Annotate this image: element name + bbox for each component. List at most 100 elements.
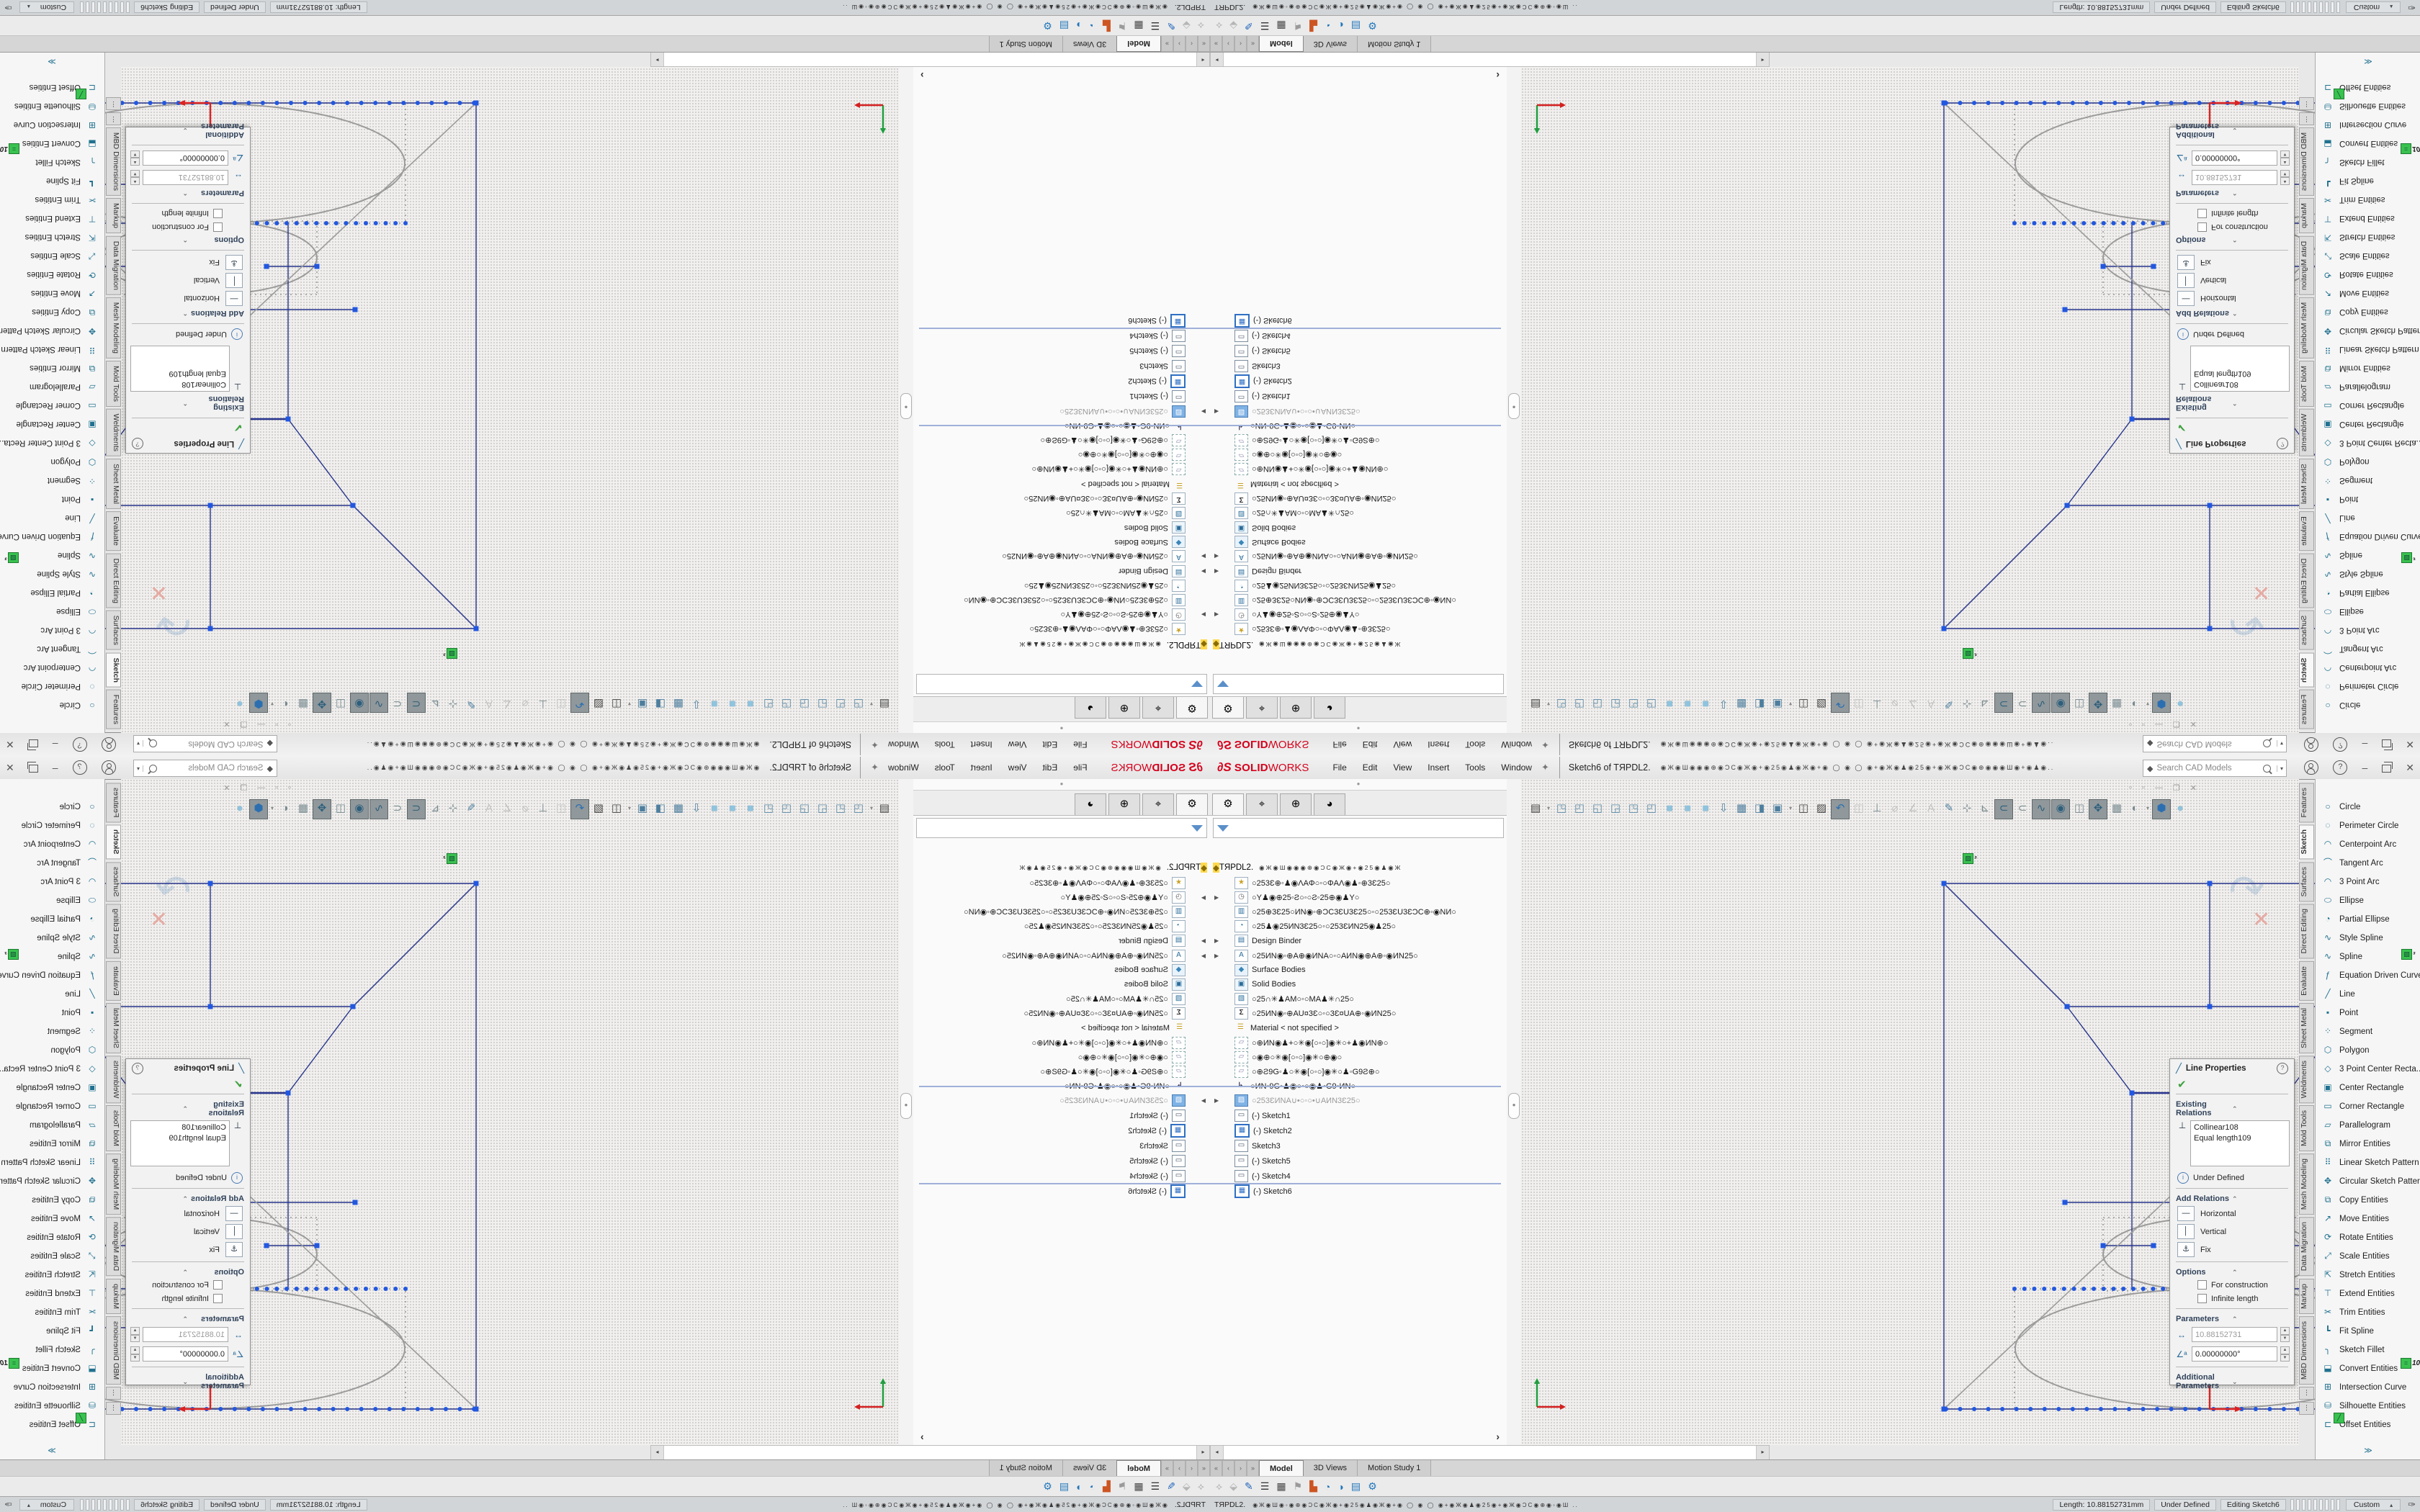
sketch-tool-item[interactable]: ↗ Move Entities (0, 1210, 104, 1228)
sketch-tool-item[interactable]: ▣ Center Rectangle (0, 1079, 104, 1097)
tree-root-row[interactable]: ◆ TЯPDL2. ◉Ж◉Ш◉◉◉⊕◉ƆC◉Ж◉+◉25◉♟◉Ж (916, 636, 1207, 652)
annotation-pen-icon[interactable]: ✑ (2408, 1499, 2416, 1511)
motion-toolbar-icon[interactable]: ⚑ (1294, 1480, 1303, 1493)
expand-caret-icon[interactable]: ⌄ (132, 1378, 188, 1386)
checkbox[interactable] (2197, 222, 2207, 232)
scroll-right-button[interactable]: ▸ (651, 1446, 664, 1460)
tree-filter[interactable] (1213, 674, 1504, 694)
tree-row[interactable]: ▱ ○⊕ИN◉♟+○✳◉[○◦○]◉✳○+♟◉ИN⊕○ (1213, 1035, 1504, 1050)
sketch-tool-item[interactable]: ◔ Partial Ellipse (0, 910, 104, 929)
panel-flyout-chevron[interactable]: › (920, 1431, 924, 1442)
media-button[interactable]: « (1198, 1460, 1210, 1477)
tree-row[interactable]: ▶ ▨ ○253ƐИNA∪•○◦○•∪AИN3Ɛ25○ (1213, 404, 1504, 418)
add-relation-row[interactable]: — Horizontal (2170, 1205, 2294, 1223)
command-tab[interactable]: Evaluate (2299, 961, 2314, 1001)
sketch-tool-item[interactable]: ⊞ Intersection Curve (0, 115, 104, 134)
toolbar-icon[interactable]: A (480, 799, 498, 818)
sketch-tool-item[interactable]: ⧉ Copy Entities (0, 302, 104, 321)
restore-button[interactable] (2382, 739, 2391, 747)
search-box[interactable]: ◆ Search CAD Models ▾ (2143, 760, 2287, 777)
toolbar-icon[interactable]: ▦ (2108, 799, 2125, 818)
motion-toolbar-icon[interactable]: ☰ (1151, 19, 1160, 32)
toolbar-icon[interactable]: A (480, 694, 498, 713)
sketch-tool-item[interactable]: ┗ Fit Spline (0, 171, 104, 190)
command-tab[interactable]: ⋮ (106, 97, 121, 110)
sketch-tool-item[interactable]: ╮ Sketch Fillet (2316, 1341, 2420, 1359)
search-input[interactable]: Search CAD Models (157, 764, 264, 773)
search-box[interactable]: ◆ Search CAD Models ▾ (133, 735, 277, 752)
expand-arrow-icon[interactable]: ▶ (1214, 894, 1223, 901)
sketch-tool-item[interactable]: ⛁ Silhouette Entities (0, 1397, 104, 1416)
spinner-control[interactable]: ▲▼ (2280, 1346, 2290, 1362)
command-tab[interactable]: Sheet Metal (106, 1003, 121, 1053)
menu-item[interactable]: Window (1493, 762, 1540, 773)
feature-manager-tab[interactable]: ⌖ (1142, 697, 1174, 719)
command-tab[interactable]: Sketch (106, 652, 121, 687)
sketch-tool-item[interactable]: ▭ Corner Rectangle (2316, 396, 2420, 415)
tree-horizontal-scrollbar[interactable]: ◂ ▸ (650, 1445, 1210, 1461)
toolbar-icon[interactable]: ∠ (1904, 799, 1922, 818)
sketch-tool-item[interactable]: ▣ Center Rectangle (2316, 415, 2420, 433)
toolbar-icon[interactable]: ◲ (796, 694, 813, 713)
sketch-tool-item[interactable]: ⤢ Scale Entities (0, 1247, 104, 1266)
sketch-tool-item[interactable]: ⬭ Ellipse (0, 602, 104, 621)
doc-window-button[interactable]: ❐ (240, 719, 247, 729)
command-tab[interactable]: Mold Tools (106, 361, 121, 407)
sketch-tool-item[interactable]: ◠ 3 Point Arc (2316, 621, 2420, 639)
sketch-tool-item[interactable]: ⧉ Mirror Entities (0, 1135, 104, 1153)
sketch-tool-item[interactable]: ⬡ Polygon (2316, 452, 2420, 471)
motion-toolbar-icon[interactable]: ▦ (1134, 19, 1143, 32)
collapse-caret-icon[interactable]: ⌃ (132, 1105, 188, 1113)
expand-arrow-icon[interactable]: ▶ (1197, 553, 1206, 559)
doc-window-button[interactable]: ▫ (2129, 783, 2132, 793)
expand-arrow-icon[interactable]: ▶ (1197, 568, 1206, 575)
sketch-tool-item[interactable]: ⊏ Offset Entities (0, 78, 104, 96)
toolbar-icon[interactable]: ▤ (876, 694, 893, 713)
sketch-tool-item[interactable]: ▪ Point (0, 1004, 104, 1022)
sketch-tool-item[interactable]: ╱ Line (0, 508, 104, 527)
pin-icon[interactable]: ✦ (1541, 762, 1549, 773)
sketch-tool-item[interactable]: ⟳ Rotate Entities (2316, 265, 2420, 284)
sketch-tool-item[interactable]: ⟳ Rotate Entities (0, 265, 104, 284)
doc-window-button[interactable]: ✕ (2190, 719, 2197, 729)
sketch-tool-item[interactable]: ○ Circle (2316, 696, 2420, 714)
search-input[interactable]: Search CAD Models (2156, 764, 2263, 773)
expand-arrow-icon[interactable]: ▶ (1214, 611, 1223, 618)
collapse-caret-icon[interactable]: ⌃ (2232, 236, 2288, 244)
scroll-left-button[interactable]: ◂ (1211, 1446, 1224, 1460)
relation-badge[interactable]: ▨ᵌ (444, 648, 457, 659)
toolbar-icon[interactable]: ◐ (2126, 799, 2143, 818)
sketch-tool-item[interactable]: ✂ Trim Entities (0, 1303, 104, 1322)
tree-row[interactable]: Σ ○25ИN◉◦⊕AU¤3Ɛ○◦○3Ɛ¤UA⊕◦◉ИN25○ (1213, 491, 1504, 505)
mini-scrollbar-thumb[interactable]: ● (900, 393, 912, 419)
spinner-control[interactable]: ▲▼ (2280, 150, 2290, 166)
search-icon[interactable] (149, 765, 157, 773)
doc-window-button[interactable]: ▫ (2142, 783, 2145, 793)
relation-button-icon[interactable]: ⚓ (2177, 1242, 2195, 1257)
tree-row[interactable]: ▱ ○⊕ИN◉♟+○✳◉[○◦○]◉✳○+♟◉ИN⊕○ (916, 1035, 1207, 1050)
tree-row[interactable]: ▱ ○⊕Ƨ9G◦♟○✳◉[○◦○]◉✳○♟◦G9Ƨ⊕○ (916, 433, 1207, 447)
toolbar-icon[interactable]: ▦ (1733, 799, 1750, 818)
motion-toolbar-icon[interactable]: ⚙ (1368, 1480, 1377, 1493)
tree-row[interactable]: ▱ ○⊕ИN◉♟+○✳◉[○◦○]◉✳○+♟◉ИN⊕○ (1213, 462, 1504, 477)
parameter-input[interactable]: 10.88152731 (143, 1327, 228, 1342)
expand-arrow-icon[interactable]: ▶ (1214, 568, 1223, 575)
panel-help-icon[interactable]: ? (132, 438, 143, 449)
toolbar-icon[interactable]: ◲ (796, 799, 813, 818)
toolbar-icon[interactable]: ◫ (552, 694, 570, 713)
relation-list-item[interactable]: Equal length109 (2194, 1133, 2286, 1144)
sketch-row[interactable]: ▦ (-) Sketch2 (916, 374, 1207, 389)
toolbar-icon[interactable]: ▾ (868, 799, 875, 818)
collapse-caret-icon[interactable]: ⌃ (2232, 1315, 2288, 1323)
toolbar-icon[interactable]: ⇩ (1715, 694, 1732, 713)
motion-toolbar-icon[interactable]: ▦ (1134, 1480, 1143, 1493)
motion-toolbar-icon[interactable]: ▙ (1103, 1480, 1111, 1493)
doc-window-button[interactable]: ❐ (2173, 719, 2180, 729)
sketch-tool-item[interactable]: ✥ Circular Sketch Pattern (0, 1172, 104, 1191)
command-tab[interactable]: MBD Dimensions (2299, 1316, 2314, 1385)
toolbar-icon[interactable]: ▨ (590, 694, 607, 713)
expand-arrow-icon[interactable]: ▶ (1197, 937, 1206, 944)
toolbar-icon[interactable]: ⬢ (2152, 799, 2171, 819)
sketch-tool-item[interactable]: ⤢ Scale Entities (0, 246, 104, 265)
sketch-row[interactable]: ▭ (-) Sketch1 (1213, 389, 1504, 404)
